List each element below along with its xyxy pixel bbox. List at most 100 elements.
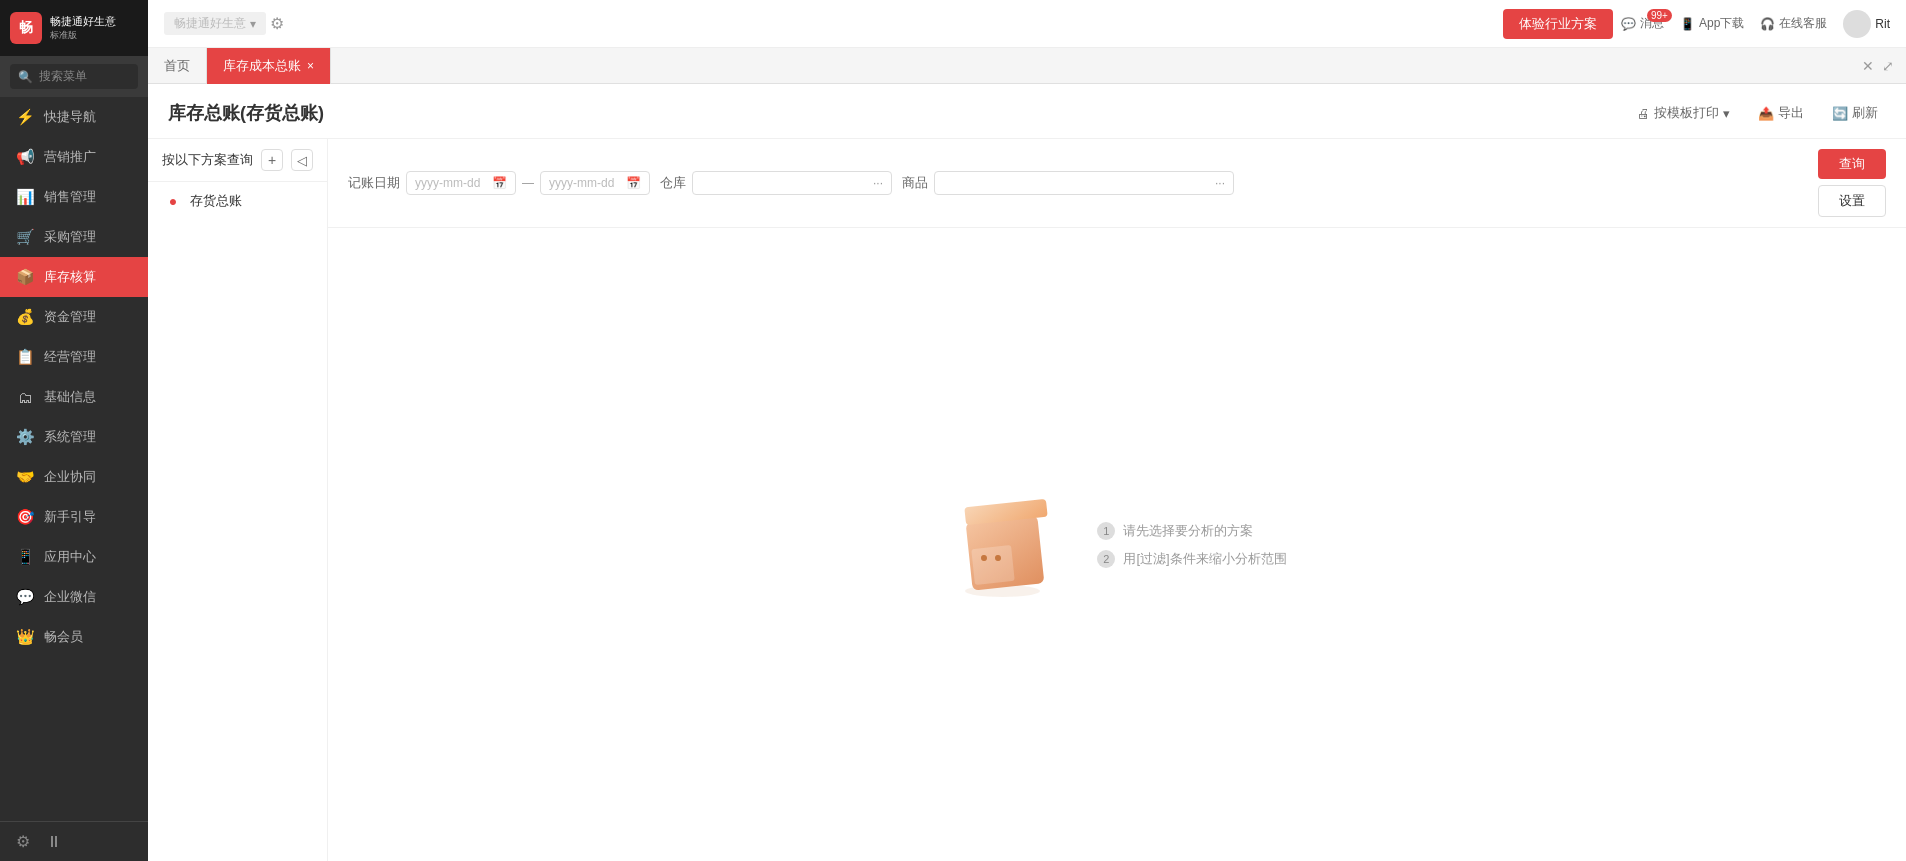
trial-button[interactable]: 体验行业方案 <box>1503 9 1613 39</box>
sidebar-item-label: 畅会员 <box>44 628 83 646</box>
tip-text-1: 请先选择要分析的方案 <box>1123 522 1253 540</box>
product-filter-group: 商品 ··· <box>902 171 1234 195</box>
operations-icon: 📋 <box>16 348 34 366</box>
cooperation-icon: 🤝 <box>16 468 34 486</box>
empty-tip-2: 2 用[过滤]条件来缩小分析范围 <box>1097 550 1286 568</box>
sidebar-item-label: 企业协同 <box>44 468 96 486</box>
guide-icon: 🎯 <box>16 508 34 526</box>
sidebar-footer: ⚙ ⏸ <box>0 821 148 861</box>
scheme-item-inventory[interactable]: ● 存货总账 <box>148 182 327 220</box>
tab-close-button[interactable]: × <box>307 59 314 73</box>
product-input[interactable]: ··· <box>934 171 1234 195</box>
wechat-icon: 💬 <box>16 588 34 606</box>
filter-label-row: 按以下方案查询 + ◁ <box>148 139 327 182</box>
tab-inventory-ledger[interactable]: 库存成本总账 × <box>207 48 331 84</box>
sales-icon: 📊 <box>16 188 34 206</box>
calendar-start-icon[interactable]: 📅 <box>492 176 507 190</box>
tab-home[interactable]: 首页 <box>148 48 207 84</box>
sidebar-item-sales[interactable]: 📊 销售管理 <box>0 177 148 217</box>
sidebar-item-purchase[interactable]: 🛒 采购管理 <box>0 217 148 257</box>
print-icon: 🖨 <box>1637 106 1650 121</box>
tabbar: 首页 库存成本总账 × ✕ ⤢ <box>148 48 1906 84</box>
print-label: 按模板打印 <box>1654 104 1719 122</box>
sidebar-item-system[interactable]: ⚙️ 系统管理 <box>0 417 148 457</box>
sidebar-search-area[interactable]: 🔍 搜索菜单 <box>0 56 148 97</box>
print-dropdown-icon[interactable]: ▾ <box>1723 106 1730 121</box>
product-field-label: 商品 <box>902 174 928 192</box>
breadcrumb-item: 畅捷通好生意 ▾ <box>164 12 266 35</box>
app-name: 畅捷通好生意 <box>50 14 116 29</box>
date-filter-group: 记账日期 yyyy-mm-dd 📅 — yyyy-mm-dd 📅 <box>348 171 650 195</box>
user-profile[interactable]: Rit <box>1843 10 1890 38</box>
settings-icon[interactable]: ⚙ <box>270 14 284 33</box>
message-button[interactable]: 💬 消息 99+ <box>1621 15 1664 32</box>
sidebar-item-label: 应用中心 <box>44 548 96 566</box>
page-title: 库存总账(存货总账) <box>168 101 324 125</box>
audio-footer-icon[interactable]: ⏸ <box>46 833 62 851</box>
logo-icon: 畅 <box>10 12 42 44</box>
date-end-input[interactable]: yyyy-mm-dd 📅 <box>540 171 650 195</box>
sidebar-item-basic[interactable]: 🗂 基础信息 <box>0 377 148 417</box>
panel-close-icon[interactable]: ✕ <box>1862 58 1874 74</box>
refresh-icon: 🔄 <box>1832 106 1848 121</box>
sidebar: 畅 畅捷通好生意 标准版 🔍 搜索菜单 ⚡ 快捷导航 📢 营销推广 📊 销售管理… <box>0 0 148 861</box>
search-menu-button[interactable]: 🔍 搜索菜单 <box>10 64 138 89</box>
sidebar-item-label: 营销推广 <box>44 148 96 166</box>
sidebar-item-app-center[interactable]: 📱 应用中心 <box>0 537 148 577</box>
sidebar-item-label: 采购管理 <box>44 228 96 246</box>
purchase-icon: 🛒 <box>16 228 34 246</box>
tip-text-2: 用[过滤]条件来缩小分析范围 <box>1123 550 1286 568</box>
sidebar-item-quick-nav[interactable]: ⚡ 快捷导航 <box>0 97 148 137</box>
sidebar-item-cooperation[interactable]: 🤝 企业协同 <box>0 457 148 497</box>
warehouse-more-icon[interactable]: ··· <box>873 176 883 190</box>
sidebar-item-label: 系统管理 <box>44 428 96 446</box>
sidebar-item-finance[interactable]: 💰 资金管理 <box>0 297 148 337</box>
finance-icon: 💰 <box>16 308 34 326</box>
avatar <box>1843 10 1871 38</box>
sidebar-item-label: 销售管理 <box>44 188 96 206</box>
dropdown-icon[interactable]: ▾ <box>250 17 256 31</box>
online-service-label: 在线客服 <box>1779 15 1827 32</box>
filter-fields-row: 记账日期 yyyy-mm-dd 📅 — yyyy-mm-dd 📅 仓库 <box>328 139 1906 228</box>
filter-collapse-button[interactable]: ◁ <box>291 149 313 171</box>
empty-tips: 1 请先选择要分析的方案 2 用[过滤]条件来缩小分析范围 <box>1097 522 1286 568</box>
filter-add-button[interactable]: + <box>261 149 283 171</box>
app-center-icon: 📱 <box>16 548 34 566</box>
page-header-actions: 🖨 按模板打印 ▾ 📤 导出 🔄 刷新 <box>1629 100 1886 126</box>
export-label: 导出 <box>1778 104 1804 122</box>
sidebar-item-marketing[interactable]: 📢 营销推广 <box>0 137 148 177</box>
calendar-end-icon[interactable]: 📅 <box>626 176 641 190</box>
panel-expand-icon[interactable]: ⤢ <box>1882 58 1894 74</box>
sidebar-item-operations[interactable]: 📋 经营管理 <box>0 337 148 377</box>
member-icon: 👑 <box>16 628 34 646</box>
breadcrumb-text: 畅捷通好生意 <box>174 15 246 32</box>
empty-box-face <box>972 545 1016 585</box>
date-start-input[interactable]: yyyy-mm-dd 📅 <box>406 171 516 195</box>
quick-nav-icon: ⚡ <box>16 108 34 126</box>
settings-footer-icon[interactable]: ⚙ <box>16 832 30 851</box>
online-service-button[interactable]: 🎧 在线客服 <box>1760 15 1827 32</box>
settings-button[interactable]: 设置 <box>1818 185 1886 217</box>
warehouse-filter-group: 仓库 ··· <box>660 171 892 195</box>
filter-label: 按以下方案查询 <box>162 151 253 169</box>
print-button[interactable]: 🖨 按模板打印 ▾ <box>1629 100 1738 126</box>
scheme-item-icon: ● <box>164 192 182 210</box>
refresh-label: 刷新 <box>1852 104 1878 122</box>
sidebar-item-member[interactable]: 👑 畅会员 <box>0 617 148 657</box>
sidebar-item-wechat[interactable]: 💬 企业微信 <box>0 577 148 617</box>
empty-state: 1 请先选择要分析的方案 2 用[过滤]条件来缩小分析范围 <box>328 228 1906 861</box>
sidebar-item-label: 快捷导航 <box>44 108 96 126</box>
page-content: 库存总账(存货总账) 🖨 按模板打印 ▾ 📤 导出 🔄 刷新 <box>148 84 1906 861</box>
inventory-icon: 📦 <box>16 268 34 286</box>
export-button[interactable]: 📤 导出 <box>1750 100 1812 126</box>
warehouse-input[interactable]: ··· <box>692 171 892 195</box>
username-label: Rit <box>1875 17 1890 31</box>
sidebar-item-label: 新手引导 <box>44 508 96 526</box>
sidebar-item-guide[interactable]: 🎯 新手引导 <box>0 497 148 537</box>
sidebar-item-inventory[interactable]: 📦 库存核算 <box>0 257 148 297</box>
app-download-button[interactable]: 📱 App下载 <box>1680 15 1744 32</box>
query-button[interactable]: 查询 <box>1818 149 1886 179</box>
refresh-button[interactable]: 🔄 刷新 <box>1824 100 1886 126</box>
marketing-icon: 📢 <box>16 148 34 166</box>
product-more-icon[interactable]: ··· <box>1215 176 1225 190</box>
